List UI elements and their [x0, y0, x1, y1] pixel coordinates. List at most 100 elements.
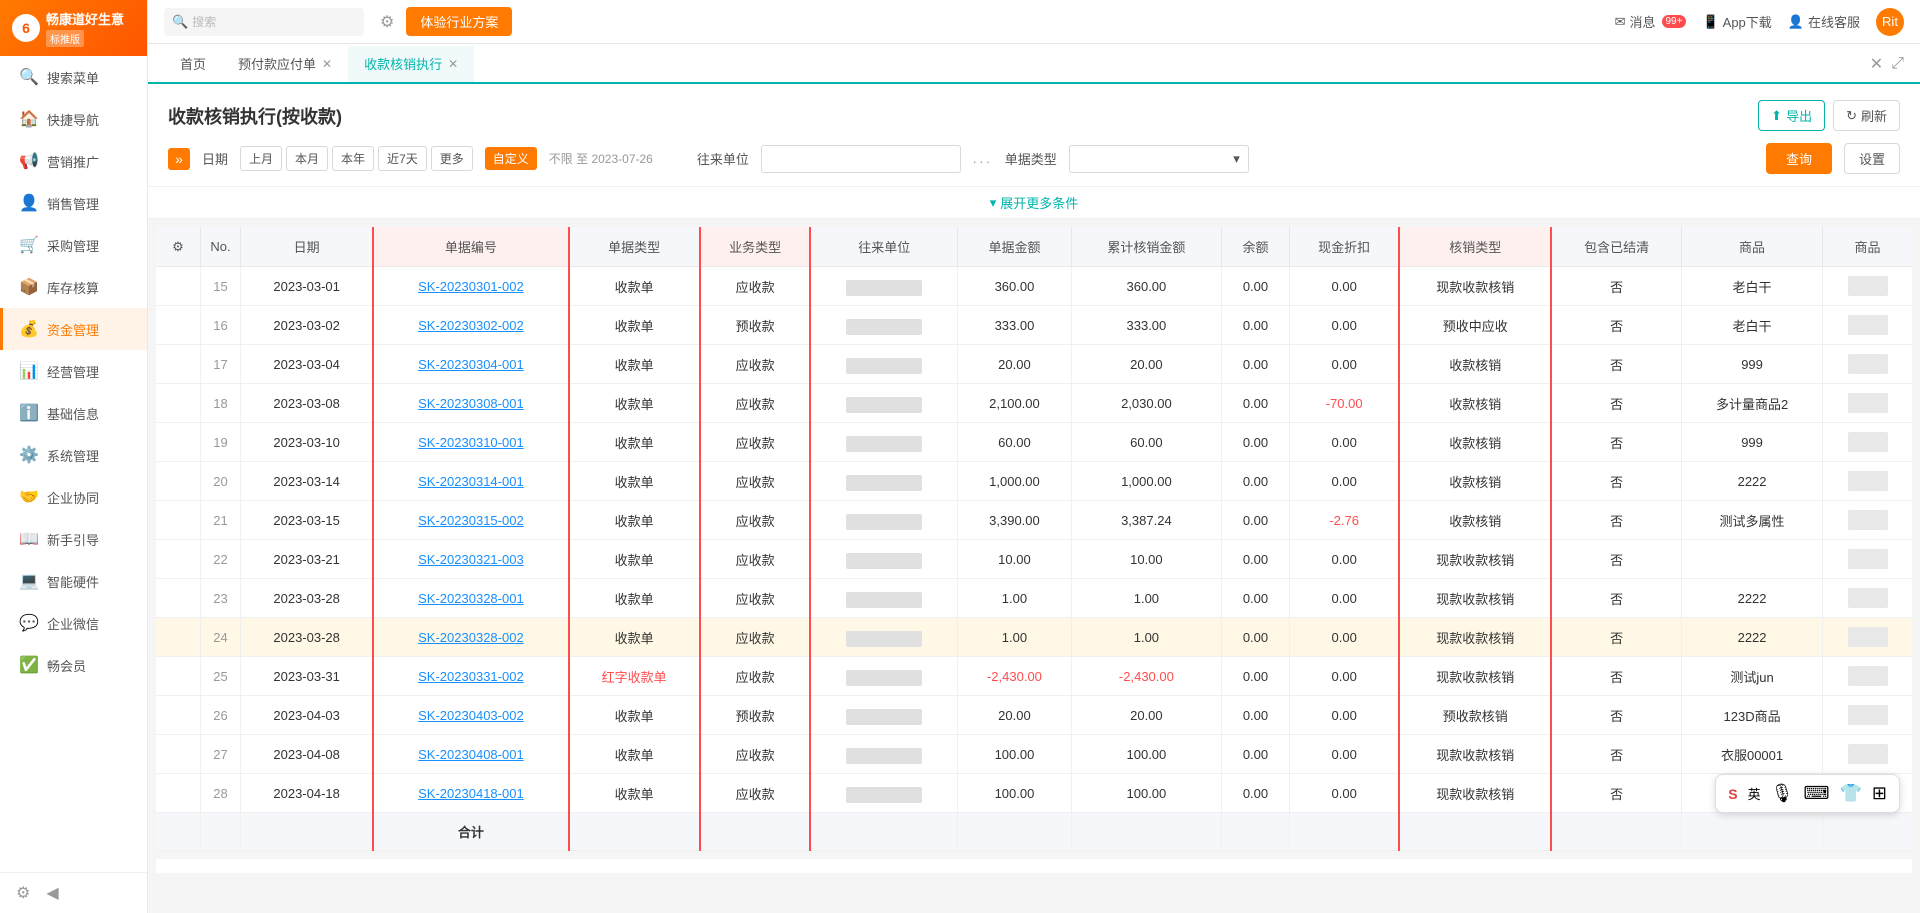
bill-type-select[interactable]: ▾ — [1069, 145, 1249, 173]
billno-link[interactable]: SK-20230308-001 — [418, 396, 524, 411]
member-icon: ✅ — [19, 655, 39, 675]
cell-balance: 0.00 — [1221, 384, 1289, 423]
search-bar-icon: 🔍 — [172, 14, 188, 30]
scrollbar-area[interactable] — [156, 859, 1912, 873]
cell-balance: 0.00 — [1221, 267, 1289, 306]
sidebar-item-wechat[interactable]: 💬 企业微信 — [0, 602, 147, 644]
search-icon: 🔍 — [19, 67, 39, 87]
table-settings-gear[interactable]: ⚙ — [172, 239, 184, 254]
cell-include-settled: 否 — [1551, 540, 1681, 579]
cell-canceltype: 收款核销 — [1399, 501, 1551, 540]
online-service-item[interactable]: 👤 在线客服 — [1788, 12, 1860, 31]
logo-badge: 标推版 — [46, 30, 84, 47]
cell-no: 18 — [201, 384, 241, 423]
billno-link[interactable]: SK-20230302-002 — [418, 318, 524, 333]
footer-billtype — [569, 813, 700, 851]
sidebar-item-marketing[interactable]: 📢 营销推广 — [0, 140, 147, 182]
billno-link[interactable]: SK-20230331-002 — [418, 669, 524, 684]
refresh-button[interactable]: ↻ 刷新 — [1833, 100, 1900, 131]
cell-include-settled: 否 — [1551, 462, 1681, 501]
cell-balance: 0.00 — [1221, 657, 1289, 696]
date-btn-this-year[interactable]: 本年 — [332, 146, 374, 171]
filter-settings-button[interactable]: 设置 — [1844, 143, 1900, 174]
date-btn-7days[interactable]: 近7天 — [378, 146, 427, 171]
cell-settings — [156, 696, 201, 735]
app-logo: 6 畅康道好生意 标推版 — [0, 0, 147, 56]
sidebar-item-basic[interactable]: ℹ️ 基础信息 — [0, 392, 147, 434]
tab-prepay[interactable]: 预付款应付单 ✕ — [222, 46, 348, 84]
table-row: 20 2023-03-14 SK-20230314-001 收款单 应收款 ██… — [156, 462, 1912, 501]
cell-amount: 2,100.00 — [958, 384, 1072, 423]
date-btn-more[interactable]: 更多 — [431, 146, 473, 171]
tab-expand-icon[interactable]: ⤢ — [1891, 55, 1904, 73]
cell-balance: 0.00 — [1221, 540, 1289, 579]
filter-toggle-button[interactable]: » — [168, 148, 190, 170]
col-settings[interactable]: ⚙ — [156, 227, 201, 267]
collapse-icon[interactable]: ◀ — [46, 883, 58, 903]
cell-billno: SK-20230328-002 — [373, 618, 568, 657]
ime-keyboard-icon[interactable]: ⌨ — [1804, 783, 1830, 804]
sidebar-item-enterprise[interactable]: 🤝 企业协同 — [0, 476, 147, 518]
billno-link[interactable]: SK-20230301-002 — [418, 279, 524, 294]
col-amount-header: 单据金额 — [958, 227, 1072, 267]
billno-link[interactable]: SK-20230321-003 — [418, 552, 524, 567]
sidebar-item-hardware[interactable]: 💻 智能硬件 — [0, 560, 147, 602]
trial-button[interactable]: 体验行业方案 — [406, 7, 512, 36]
ime-shirt-icon[interactable]: 👕 — [1839, 783, 1861, 804]
cell-balance: 0.00 — [1221, 423, 1289, 462]
cell-goods: 999 — [1682, 345, 1823, 384]
sidebar-item-operations[interactable]: 📊 经营管理 — [0, 350, 147, 392]
tab-collection[interactable]: 收款核销执行 ✕ — [348, 46, 474, 84]
ime-mic-icon[interactable]: 🎙 — [1771, 783, 1794, 804]
tab-collection-close[interactable]: ✕ — [448, 57, 458, 71]
header-search-bar[interactable]: 🔍 搜索 — [164, 8, 364, 36]
bill-type-arrow: ▾ — [1233, 151, 1240, 167]
export-button[interactable]: ⬆ 导出 — [1758, 100, 1825, 131]
cell-goods: 多计量商品2 — [1682, 384, 1823, 423]
billno-link[interactable]: SK-20230304-001 — [418, 357, 524, 372]
app-download-item[interactable]: 📱 App下载 — [1702, 12, 1771, 31]
sidebar-item-sales[interactable]: 👤 销售管理 — [0, 182, 147, 224]
billno-link[interactable]: SK-20230328-002 — [418, 630, 524, 645]
sidebar-item-purchase[interactable]: 🛒 采购管理 — [0, 224, 147, 266]
sidebar-item-guide[interactable]: 📖 新手引导 — [0, 518, 147, 560]
tab-prepay-close[interactable]: ✕ — [322, 57, 332, 71]
query-button[interactable]: 查询 — [1766, 143, 1832, 174]
billno-link[interactable]: SK-20230418-001 — [418, 786, 524, 801]
user-avatar[interactable]: Rit — [1876, 8, 1904, 36]
billno-link[interactable]: SK-20230315-002 — [418, 513, 524, 528]
cell-settings — [156, 306, 201, 345]
cell-billtype: 收款单 — [569, 774, 700, 813]
purchase-icon: 🛒 — [19, 235, 39, 255]
header-gear-icon[interactable]: ⚙ — [380, 12, 394, 32]
billno-link[interactable]: SK-20230310-001 — [418, 435, 524, 450]
sidebar-item-finance[interactable]: 💰 资金管理 — [0, 308, 147, 350]
partner-input[interactable] — [761, 145, 961, 173]
sidebar-item-inventory[interactable]: 📦 库存核算 — [0, 266, 147, 308]
billno-link[interactable]: SK-20230314-001 — [418, 474, 524, 489]
cell-cancel-amount: 100.00 — [1071, 735, 1221, 774]
date-btn-this-month[interactable]: 本月 — [286, 146, 328, 171]
messages-item[interactable]: ✉ 消息 99+ — [1615, 12, 1687, 31]
date-custom-button[interactable]: 自定义 — [485, 147, 537, 170]
sidebar-item-search[interactable]: 🔍 搜索菜单 — [0, 56, 147, 98]
export-label: 导出 — [1786, 106, 1812, 125]
date-btn-last-month[interactable]: 上月 — [240, 146, 282, 171]
tab-home[interactable]: 首页 — [164, 46, 222, 84]
tab-close-all-icon[interactable]: ✕ — [1870, 54, 1883, 74]
date-range-display: 不限 至 2023-07-26 — [549, 150, 653, 167]
data-table: ⚙ No. 日期 单据编号 单据类型 业务类型 往来单位 单据金额 累计核销金额… — [156, 227, 1912, 851]
cell-cash-discount: 0.00 — [1289, 267, 1399, 306]
cell-no: 22 — [201, 540, 241, 579]
cell-goods: 衣服00001 — [1682, 735, 1823, 774]
sidebar-item-system[interactable]: ⚙️ 系统管理 — [0, 434, 147, 476]
sidebar-item-nav[interactable]: 🏠 快捷导航 — [0, 98, 147, 140]
expand-more-button[interactable]: ▾ 展开更多条件 — [990, 193, 1079, 212]
footer-partner — [810, 813, 957, 851]
settings-bottom-icon[interactable]: ⚙ — [16, 883, 30, 903]
billno-link[interactable]: SK-20230403-002 — [418, 708, 524, 723]
ime-grid-icon[interactable]: ⊞ — [1872, 783, 1887, 804]
billno-link[interactable]: SK-20230328-001 — [418, 591, 524, 606]
sidebar-item-member[interactable]: ✅ 畅会员 — [0, 644, 147, 686]
billno-link[interactable]: SK-20230408-001 — [418, 747, 524, 762]
